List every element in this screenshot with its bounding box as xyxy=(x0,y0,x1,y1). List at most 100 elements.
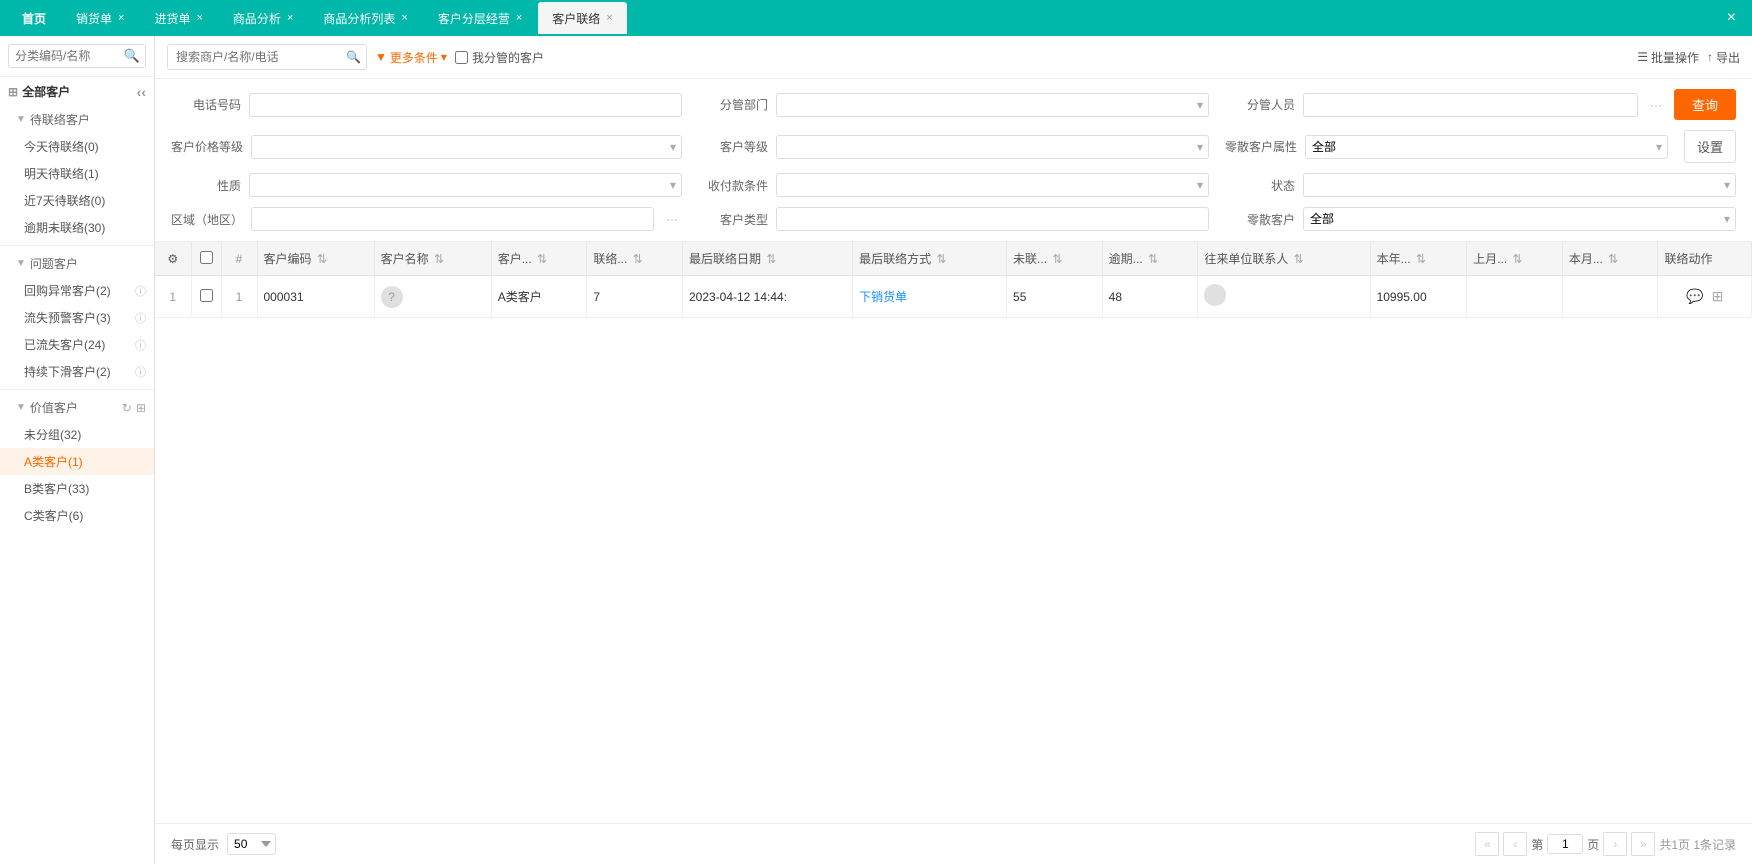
col-header-year-amount[interactable]: 本年... ⇅ xyxy=(1370,242,1467,276)
filter-input-manager[interactable] xyxy=(1303,93,1638,117)
col-header-contact-count[interactable]: 联络... ⇅ xyxy=(587,242,683,276)
col-header-name[interactable]: 客户名称 ⇅ xyxy=(374,242,491,276)
pending-group-label: 待联络客户 xyxy=(30,111,90,128)
sidebar-item-unclassified-label: 未分组(32) xyxy=(24,426,81,443)
purchase-tab-label: 进货单 xyxy=(154,10,190,27)
col-last-contact-date-sort-icon: ⇅ xyxy=(766,252,776,266)
filter-dots-region[interactable]: ··· xyxy=(662,212,682,226)
all-customers-label: 全部客户 xyxy=(22,83,70,100)
filter-row-manager: 分管人员 ··· 查询 xyxy=(1225,89,1736,120)
sidebar-item-class-a[interactable]: A类客户(1) xyxy=(0,448,154,475)
col-header-checkbox[interactable] xyxy=(191,242,221,276)
sidebar-item-class-b[interactable]: B类客户(33) xyxy=(0,475,154,502)
filter-input-customer-type[interactable] xyxy=(776,207,1209,231)
filter-select-dept[interactable] xyxy=(776,93,1209,117)
sidebar-item-declining[interactable]: 持续下滑客户(2) ⓘ xyxy=(0,358,154,385)
sidebar-item-unclassified[interactable]: 未分组(32) xyxy=(0,421,154,448)
nav-tab-purchase[interactable]: 进货单 × xyxy=(140,2,216,34)
filter-select-price-grade[interactable] xyxy=(251,135,682,159)
sidebar-divider-1 xyxy=(0,245,154,246)
col-header-last-contact-date[interactable]: 最后联络日期 ⇅ xyxy=(682,242,852,276)
filter-row-customer-type: 客户类型 xyxy=(698,207,1209,231)
query-button[interactable]: 查询 xyxy=(1674,89,1736,120)
page-first-button[interactable]: « xyxy=(1475,832,1499,856)
settings-icon[interactable]: ⚙ xyxy=(167,252,178,266)
col-year-amount-label: 本年... xyxy=(1377,252,1411,266)
cell-row-checkbox[interactable] xyxy=(191,276,221,318)
close-all-tabs-button[interactable]: × xyxy=(1719,5,1744,31)
cell-last-contact-method[interactable]: 下销货单 xyxy=(853,276,1007,318)
filter-input-phone[interactable] xyxy=(249,93,682,117)
customer-contact-tab-close[interactable]: × xyxy=(606,12,612,24)
filter-select-nature[interactable] xyxy=(249,173,682,197)
filter-label-retail-attr: 零散客户属性 xyxy=(1225,138,1297,155)
cell-year-amount: 10995.00 xyxy=(1370,276,1467,318)
page-size-select[interactable]: 20 50 100 xyxy=(227,833,276,855)
filter-search-input[interactable] xyxy=(167,44,367,70)
select-all-checkbox[interactable] xyxy=(200,251,213,264)
filter-select-payment[interactable] xyxy=(776,173,1209,197)
action-more-icon[interactable]: ⊞ xyxy=(1712,288,1724,305)
sidebar-item-tomorrow-contact[interactable]: 明天待联络(1) xyxy=(0,160,154,187)
col-header-contact-person[interactable]: 往来单位联系人 ⇅ xyxy=(1198,242,1370,276)
sidebar-item-class-c[interactable]: C类客户(6) xyxy=(0,502,154,529)
col-type-label: 客户... xyxy=(498,252,532,266)
col-header-last-month-amount[interactable]: 上月... ⇅ xyxy=(1467,242,1563,276)
last-contact-method-link[interactable]: 下销货单 xyxy=(859,290,907,304)
my-customers-checkbox[interactable] xyxy=(455,51,468,64)
row-checkbox[interactable] xyxy=(200,289,213,302)
table-row: 1 1 000031 ? A类 xyxy=(155,276,1752,318)
col-name-sort-icon: ⇅ xyxy=(434,252,444,266)
value-group-refresh-icon[interactable]: ↻ xyxy=(122,401,132,415)
filter-select-status[interactable] xyxy=(1303,173,1736,197)
grid-icon: ⊞ xyxy=(8,85,18,99)
all-customers-header[interactable]: ⊞ 全部客户 ‹‹ xyxy=(0,77,154,106)
col-this-month-amount-label: 本月... xyxy=(1569,252,1603,266)
col-header-settings[interactable]: ⚙ xyxy=(155,242,191,276)
sidebar-collapse-icon[interactable]: ‹‹ xyxy=(137,84,146,100)
page-next-button[interactable]: › xyxy=(1603,832,1627,856)
nav-tab-customer-contact[interactable]: 客户联络 × xyxy=(538,2,626,34)
purchase-tab-close[interactable]: × xyxy=(196,12,202,24)
nav-tab-product-analysis-list[interactable]: 商品分析列表 × xyxy=(309,2,421,34)
sidebar-item-overdue-contact[interactable]: 逾期未联络(30) xyxy=(0,214,154,241)
col-header-last-contact-method[interactable]: 最后联络方式 ⇅ xyxy=(853,242,1007,276)
nav-tab-home[interactable]: 首页 xyxy=(8,2,60,34)
filter-row-dept: 分管部门 xyxy=(698,89,1209,120)
col-header-overdue[interactable]: 逾期... ⇅ xyxy=(1102,242,1198,276)
filter-select-customer-grade[interactable] xyxy=(776,135,1209,159)
filter-select-retail-attr[interactable]: 全部 xyxy=(1305,135,1668,159)
sidebar-item-today-contact[interactable]: 今天待联络(0) xyxy=(0,133,154,160)
page-number-input[interactable] xyxy=(1547,834,1583,854)
col-header-this-month-amount[interactable]: 本月... ⇅ xyxy=(1562,242,1658,276)
filter-select-retail[interactable]: 全部 xyxy=(1303,207,1736,231)
nav-tab-product-analysis[interactable]: 商品分析 × xyxy=(219,2,307,34)
customer-table: ⚙ # 客户编码 ⇅ 客户名称 ⇅ xyxy=(155,242,1752,318)
col-header-not-contacted[interactable]: 未联... ⇅ xyxy=(1007,242,1103,276)
more-conditions-button[interactable]: ▼ 更多条件 ▾ xyxy=(375,49,447,66)
batch-operations-button[interactable]: ☰ 批量操作 xyxy=(1637,49,1699,66)
sales-tab-close[interactable]: × xyxy=(118,12,124,24)
export-icon: ↑ xyxy=(1707,50,1713,64)
sidebar-item-lost-warning[interactable]: 流失预警客户(3) ⓘ xyxy=(0,304,154,331)
page-prev-button[interactable]: ‹ xyxy=(1503,832,1527,856)
filter-dots-manager[interactable]: ··· xyxy=(1646,98,1666,112)
filter-input-region[interactable] xyxy=(251,207,654,231)
nav-tab-sales[interactable]: 销货单 × xyxy=(62,2,138,34)
sidebar-item-lost[interactable]: 已流失客户(24) ⓘ xyxy=(0,331,154,358)
col-header-code[interactable]: 客户编码 ⇅ xyxy=(257,242,374,276)
sidebar-item-7days-contact[interactable]: 近7天待联络(0) xyxy=(0,187,154,214)
product-analysis-list-tab-close[interactable]: × xyxy=(401,12,407,24)
my-customers-filter[interactable]: 我分管的客户 xyxy=(455,49,544,66)
sidebar-item-abnormal-repurchase[interactable]: 回购异常客户(2) ⓘ xyxy=(0,277,154,304)
col-header-type[interactable]: 客户... ⇅ xyxy=(491,242,587,276)
export-button[interactable]: ↑ 导出 xyxy=(1707,49,1740,66)
filter-label-manager: 分管人员 xyxy=(1225,96,1295,113)
product-analysis-tab-close[interactable]: × xyxy=(287,12,293,24)
nav-tab-customer-tier[interactable]: 客户分层经营 × xyxy=(424,2,536,34)
customer-tier-tab-close[interactable]: × xyxy=(516,12,522,24)
settings-button[interactable]: 设置 xyxy=(1684,130,1736,163)
action-message-icon[interactable]: 💬 xyxy=(1686,288,1703,305)
value-group-settings-icon[interactable]: ⊞ xyxy=(136,401,146,415)
page-last-button[interactable]: » xyxy=(1631,832,1655,856)
